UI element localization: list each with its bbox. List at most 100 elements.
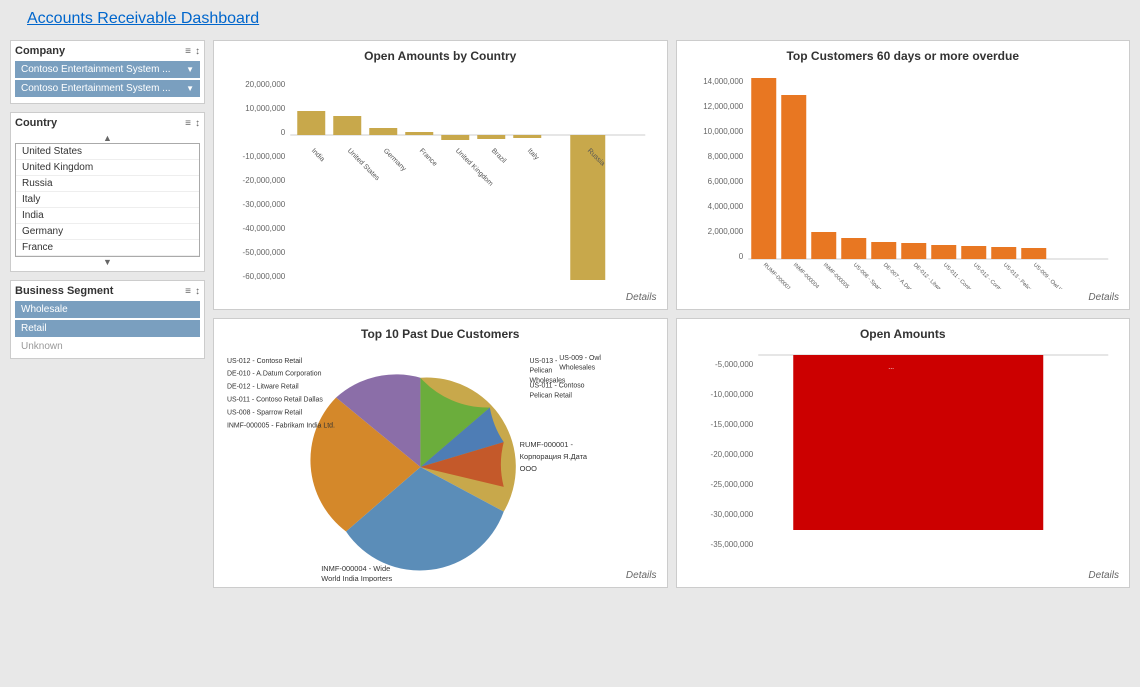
- svg-text:10,000,000: 10,000,000: [703, 127, 744, 136]
- filter-icon-segment[interactable]: ≡: [185, 286, 191, 297]
- svg-text:ООО: ООО: [520, 464, 538, 473]
- company-item-1-label: Contoso Entertainment System ...: [21, 64, 171, 75]
- svg-text:DE-010 - A.Datum Corporation: DE-010 - A.Datum Corporation: [227, 371, 322, 378]
- country-item-it[interactable]: Italy: [16, 192, 199, 208]
- filter-icon-country[interactable]: ≡: [185, 118, 191, 129]
- past-due-title: Top 10 Past Due Customers: [222, 327, 659, 341]
- svg-text:Pelican Retail: Pelican Retail: [530, 393, 573, 400]
- bar-france: [405, 132, 433, 135]
- sort-icon[interactable]: ↕: [195, 46, 200, 57]
- past-due-pie-panel: Top 10 Past Due Customers: [213, 318, 668, 588]
- bar-customer-9: [991, 247, 1016, 259]
- svg-text:Pelican: Pelican: [530, 368, 553, 375]
- open-amounts-bottom-details[interactable]: Details: [1088, 570, 1119, 581]
- page-title: Accounts Receivable Dashboard: [10, 10, 1130, 28]
- svg-text:-25,000,000: -25,000,000: [710, 480, 753, 489]
- segment-wholesale[interactable]: Wholesale: [15, 301, 200, 318]
- bar-customer-2: [781, 95, 806, 259]
- sort-icon-segment[interactable]: ↕: [195, 286, 200, 297]
- open-amounts-bottom-chart: -5,000,000 -10,000,000 -15,000,000 -20,0…: [685, 347, 1122, 582]
- country-item-fr[interactable]: France: [16, 240, 199, 256]
- open-amounts-bottom-title: Open Amounts: [685, 327, 1122, 341]
- open-amounts-country-title: Open Amounts by Country: [222, 49, 659, 63]
- bar-customer-4: [841, 238, 866, 259]
- svg-text:-50,000,000: -50,000,000: [243, 248, 286, 257]
- top-customers-bar-chart: 14,000,000 12,000,000 10,000,000 8,000,0…: [685, 69, 1122, 289]
- svg-text:-15,000,000: -15,000,000: [710, 420, 753, 429]
- bar-customer-5: [871, 242, 896, 259]
- company-item-2-label: Contoso Entertainment System ...: [21, 83, 171, 94]
- bar-customer-8: [961, 246, 986, 259]
- svg-text:20,000,000: 20,000,000: [245, 80, 286, 89]
- svg-text:United States: United States: [346, 147, 381, 182]
- charts-area: Open Amounts by Country 20,000,000 10,00…: [213, 40, 1130, 588]
- bar-uk: [441, 135, 469, 140]
- svg-text:France: France: [418, 147, 438, 167]
- svg-text:Корпорация Я.Дата: Корпорация Я.Дата: [520, 452, 588, 461]
- company-item-2[interactable]: Contoso Entertainment System ... ▼: [15, 80, 200, 97]
- svg-text:Brazil: Brazil: [490, 147, 508, 165]
- svg-text:INMF-000005 - Fabrikam India L: INMF-000005 - Fabrikam India Ltd.: [227, 422, 335, 429]
- svg-text:US-011 - Contoso: US-011 - Contoso: [530, 383, 585, 390]
- filter-icon[interactable]: ≡: [185, 46, 191, 57]
- svg-text:World India Importers: World India Importers: [321, 574, 392, 582]
- bar-customer-10: [1021, 248, 1046, 259]
- country-filter-panel: Country ≡ ↕ ▲ United States United Kingd…: [10, 112, 205, 272]
- svg-text:US-009 - Owl: US-009 - Owl: [559, 355, 601, 362]
- company-filter-icons: ≡ ↕: [185, 46, 200, 57]
- main-layout: Company ≡ ↕ Contoso Entertainment System…: [10, 40, 1130, 588]
- svg-text:-35,000,000: -35,000,000: [710, 540, 753, 549]
- top-customers-title: Top Customers 60 days or more overdue: [685, 49, 1122, 63]
- top-customers-details[interactable]: Details: [1088, 292, 1119, 303]
- svg-text:2,000,000: 2,000,000: [707, 227, 743, 236]
- country-filter-title: Country: [15, 117, 57, 129]
- country-list: United States United Kingdom Russia Ital…: [15, 143, 200, 257]
- svg-text:United Kingdom: United Kingdom: [454, 147, 494, 187]
- segment-filter-header: Business Segment ≡ ↕: [15, 285, 200, 297]
- svg-text:INMF-000004 - Wide: INMF-000004 - Wide: [321, 564, 390, 573]
- bar-india: [297, 111, 325, 135]
- country-item-us[interactable]: United States: [16, 144, 199, 160]
- svg-text:US-009 - Owl Wholesales: US-009 - Owl Wholesales: [1031, 262, 1080, 289]
- svg-text:Wholesales: Wholesales: [559, 365, 595, 372]
- company-filter-header: Company ≡ ↕: [15, 45, 200, 57]
- svg-text:US-012 - Contoso Retail: US-012 - Contoso Retail: [227, 358, 303, 365]
- svg-text:10,000,000: 10,000,000: [245, 104, 286, 113]
- svg-text:0: 0: [738, 252, 743, 261]
- unknown-label: Unknown: [15, 339, 200, 354]
- open-amounts-country-panel: Open Amounts by Country 20,000,000 10,00…: [213, 40, 668, 310]
- charts-top-row: Open Amounts by Country 20,000,000 10,00…: [213, 40, 1130, 310]
- svg-text:RUMF-000001 -: RUMF-000001 -: [520, 440, 574, 449]
- past-due-pie-chart: US-012 - Contoso Retail DE-010 - A.Datum…: [222, 347, 659, 582]
- sort-icon-country[interactable]: ↕: [195, 118, 200, 129]
- segment-filter-icons: ≡ ↕: [185, 286, 200, 297]
- svg-text:US-011 - Contoso Retail Dallas: US-011 - Contoso Retail Dallas: [227, 397, 323, 404]
- bar-us: [333, 116, 361, 135]
- svg-text:-10,000,000: -10,000,000: [243, 152, 286, 161]
- company-item-1[interactable]: Contoso Entertainment System ... ▼: [15, 61, 200, 78]
- company-arrow-1: ▼: [186, 65, 194, 74]
- bar-customer-1: [751, 78, 776, 259]
- open-amounts-bar: [793, 355, 1043, 530]
- segment-retail[interactable]: Retail: [15, 320, 200, 337]
- past-due-details[interactable]: Details: [626, 570, 657, 581]
- country-item-in[interactable]: India: [16, 208, 199, 224]
- svg-text:Italy: Italy: [526, 147, 540, 161]
- bar-customer-6: [901, 243, 926, 259]
- top-customers-panel: Top Customers 60 days or more overdue 14…: [676, 40, 1131, 310]
- country-scroll-up[interactable]: ▲: [15, 133, 200, 143]
- open-amounts-bottom-panel: Open Amounts -5,000,000 -10,000,000 -15,…: [676, 318, 1131, 588]
- country-item-de[interactable]: Germany: [16, 224, 199, 240]
- bar-customer-7: [931, 245, 956, 259]
- open-amounts-country-details[interactable]: Details: [626, 292, 657, 303]
- segment-filter-title: Business Segment: [15, 285, 113, 297]
- svg-text:...: ...: [888, 364, 894, 371]
- country-scroll-down[interactable]: ▼: [15, 257, 200, 267]
- svg-text:-10,000,000: -10,000,000: [710, 390, 753, 399]
- country-item-ru[interactable]: Russia: [16, 176, 199, 192]
- svg-text:-30,000,000: -30,000,000: [710, 510, 753, 519]
- segment-filter-panel: Business Segment ≡ ↕ Wholesale Retail Un…: [10, 280, 205, 359]
- bar-italy: [513, 135, 541, 138]
- country-filter-header: Country ≡ ↕: [15, 117, 200, 129]
- country-item-uk[interactable]: United Kingdom: [16, 160, 199, 176]
